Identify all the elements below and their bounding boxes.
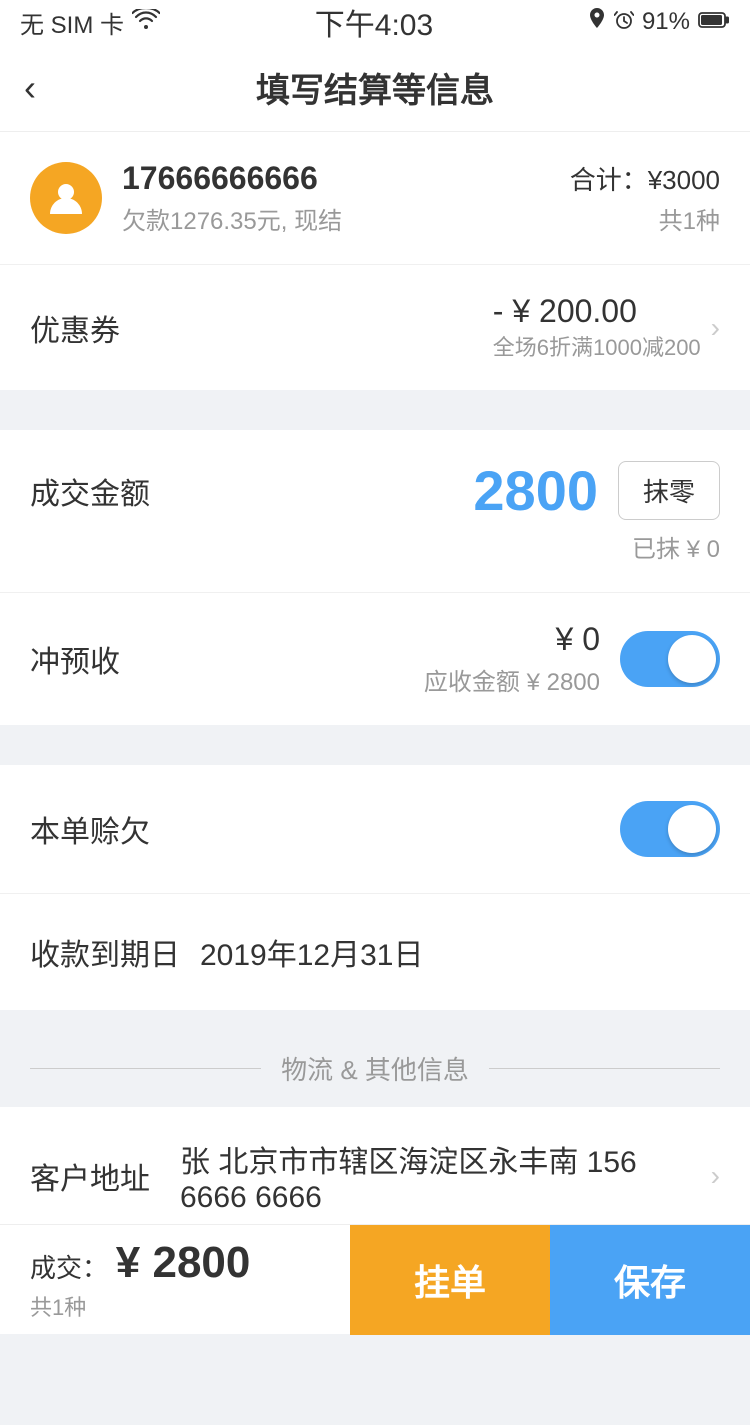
customer-phone: 17666666666	[122, 160, 342, 197]
customer-sub: 欠款1276.35元, 现结	[122, 201, 342, 236]
toggle-knob-1	[668, 635, 716, 683]
footer-info: 成交： ¥ 2800 共1种	[0, 1238, 350, 1322]
logistics-divider: 物流 & 其他信息	[0, 1030, 750, 1107]
toggle-knob-2	[668, 805, 716, 853]
divider-1	[0, 410, 750, 430]
page-title: 填写结算等信息	[256, 63, 494, 112]
logistics-line-left	[30, 1068, 261, 1069]
amount-label: 成交金额	[30, 469, 150, 513]
logistics-text: 物流 & 其他信息	[281, 1050, 469, 1087]
coupon-desc: 全场6折满1000减200	[493, 330, 701, 362]
battery-text: 91%	[642, 8, 690, 36]
save-button[interactable]: 保存	[550, 1225, 750, 1335]
prereceive-sub: 应收金额 ¥ 2800	[424, 662, 600, 697]
status-bar: 无 SIM 卡 下午4:03 91%	[0, 0, 750, 44]
status-left: 无 SIM 卡	[20, 5, 160, 40]
debt-toggle[interactable]	[620, 801, 720, 857]
avatar	[30, 162, 102, 234]
sim-text: 无 SIM 卡	[20, 5, 124, 40]
debt-label: 本单赊欠	[30, 807, 150, 851]
footer: 成交： ¥ 2800 共1种 挂单 保存	[0, 1224, 750, 1334]
coupon-discount: - ¥ 200.00	[493, 293, 701, 330]
logistics-line-right	[489, 1068, 720, 1069]
footer-amount: ¥ 2800	[116, 1238, 251, 1287]
amount-card: 成交金额 2800 抹零 已抹 ¥ 0 冲预收 ¥ 0 应收金额 ¥ 2800	[0, 430, 750, 725]
back-button[interactable]: ‹	[24, 67, 36, 109]
debt-section: 本单赊欠	[0, 765, 750, 893]
prereceive-right: ¥ 0 应收金额 ¥ 2800	[424, 621, 720, 697]
location-icon	[588, 8, 606, 37]
chevron-right-icon: ›	[711, 312, 720, 344]
amount-right: 2800 抹零	[473, 458, 720, 523]
duedate-section: 收款到期日 2019年12月31日	[0, 893, 750, 1010]
coupon-row[interactable]: 优惠券 - ¥ 200.00 全场6折满1000减200 ›	[0, 264, 750, 390]
prereceive-val: ¥ 0 应收金额 ¥ 2800	[424, 621, 600, 697]
customer-row: 17666666666 欠款1276.35元, 现结 合计：¥3000 共1种	[0, 132, 750, 264]
status-time: 下午4:03	[315, 0, 433, 44]
customer-total: 合计：¥3000 共1种	[570, 160, 720, 236]
alarm-icon	[614, 8, 634, 37]
round-button[interactable]: 抹零	[618, 461, 720, 520]
amount-sub: 已抹 ¥ 0	[30, 529, 720, 564]
hang-button[interactable]: 挂单	[350, 1225, 550, 1335]
duedate-value: 2019年12月31日	[200, 930, 423, 974]
prereceive-toggle[interactable]	[620, 631, 720, 687]
footer-total-row: 成交： ¥ 2800	[30, 1238, 320, 1288]
address-value: 张 北京市市辖区海淀区永丰南 156 6666 6666	[180, 1137, 711, 1215]
nav-bar: ‹ 填写结算等信息	[0, 44, 750, 132]
battery-icon	[698, 8, 730, 36]
divider-2	[0, 745, 750, 765]
address-label: 客户地址	[30, 1154, 150, 1198]
total-count: 共1种	[570, 201, 720, 236]
duedate-label: 收款到期日	[30, 930, 180, 974]
status-right: 91%	[588, 8, 730, 37]
customer-left: 17666666666 欠款1276.35元, 现结	[30, 160, 342, 236]
amount-row: 成交金额 2800 抹零	[30, 458, 720, 523]
footer-count: 共1种	[30, 1290, 320, 1322]
address-chevron-icon: ›	[711, 1160, 720, 1192]
wifi-icon	[132, 8, 160, 36]
customer-card: 17666666666 欠款1276.35元, 现结 合计：¥3000 共1种 …	[0, 132, 750, 390]
prereceive-label: 冲预收	[30, 637, 120, 681]
footer-total-label: 成交：	[30, 1253, 108, 1283]
coupon-right: - ¥ 200.00 全场6折满1000减200 ›	[493, 293, 720, 362]
prereceive-amount: ¥ 0	[424, 621, 600, 658]
total-label: 合计：¥3000	[570, 160, 720, 197]
amount-section: 成交金额 2800 抹零 已抹 ¥ 0	[0, 430, 750, 592]
coupon-discount-area: - ¥ 200.00 全场6折满1000减200	[493, 293, 701, 362]
amount-value: 2800	[473, 458, 598, 523]
prereceive-row: 冲预收 ¥ 0 应收金额 ¥ 2800	[30, 621, 720, 697]
prereceive-section: 冲预收 ¥ 0 应收金额 ¥ 2800	[0, 592, 750, 725]
debt-card: 本单赊欠 收款到期日 2019年12月31日	[0, 765, 750, 1010]
coupon-label: 优惠券	[30, 306, 120, 350]
customer-info: 17666666666 欠款1276.35元, 现结	[122, 160, 342, 236]
